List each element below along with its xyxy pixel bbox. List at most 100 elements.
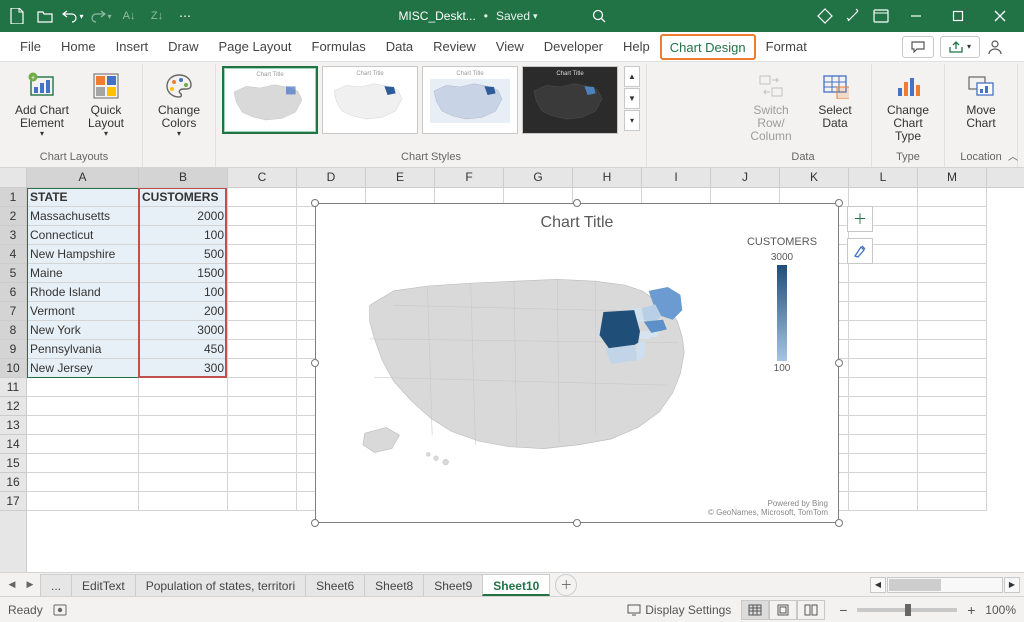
cell-M2[interactable]: [918, 207, 987, 226]
cell-L14[interactable]: [849, 435, 918, 454]
macro-record-icon[interactable]: [53, 603, 69, 617]
ribbon-tab-draw[interactable]: Draw: [158, 33, 208, 61]
cell-A10[interactable]: New Jersey: [27, 359, 139, 378]
cell-B13[interactable]: [139, 416, 228, 435]
ribbon-display-icon[interactable]: [868, 3, 894, 29]
chart-title[interactable]: Chart Title: [316, 204, 838, 236]
ribbon-tab-view[interactable]: View: [486, 33, 534, 61]
row-header-13[interactable]: 13: [0, 416, 26, 435]
tab-nav-next-icon[interactable]: ▶: [22, 576, 38, 594]
cell-A12[interactable]: [27, 397, 139, 416]
cell-A5[interactable]: Maine: [27, 264, 139, 283]
maximize-button[interactable]: [938, 0, 978, 32]
save-status[interactable]: Saved ▾: [496, 9, 538, 23]
view-page-layout-button[interactable]: [769, 600, 797, 620]
select-data-button[interactable]: Select Data: [805, 66, 865, 134]
ribbon-tab-file[interactable]: File: [10, 33, 51, 61]
cell-M8[interactable]: [918, 321, 987, 340]
select-all-button[interactable]: [0, 168, 27, 187]
ribbon-tab-help[interactable]: Help: [613, 33, 660, 61]
resize-handle-nw[interactable]: [311, 199, 319, 207]
zoom-percent[interactable]: 100%: [985, 603, 1016, 617]
document-name[interactable]: MISC_Deskt...: [398, 9, 475, 23]
chart-style-4[interactable]: Chart Title: [522, 66, 618, 134]
row-header-1[interactable]: 1: [0, 188, 26, 207]
column-header-B[interactable]: B: [139, 168, 228, 187]
add-chart-element-button[interactable]: + Add Chart Element▾: [12, 66, 72, 143]
sheet-tab-sheet6[interactable]: Sheet6: [305, 574, 365, 596]
ribbon-tab-insert[interactable]: Insert: [106, 33, 159, 61]
row-header-9[interactable]: 9: [0, 340, 26, 359]
cells-area[interactable]: STATECUSTOMERSMassachusetts2000Connectic…: [27, 188, 1024, 572]
row-header-3[interactable]: 3: [0, 226, 26, 245]
chart-style-1[interactable]: Chart Title: [222, 66, 318, 134]
cell-B2[interactable]: 2000: [139, 207, 228, 226]
zoom-slider[interactable]: [857, 608, 957, 612]
cell-B8[interactable]: 3000: [139, 321, 228, 340]
resize-handle-n[interactable]: [573, 199, 581, 207]
horizontal-scrollbar[interactable]: ◀ ▶: [870, 577, 1020, 593]
column-header-C[interactable]: C: [228, 168, 297, 187]
cell-A15[interactable]: [27, 454, 139, 473]
account-icon[interactable]: [986, 38, 1014, 56]
resize-handle-ne[interactable]: [835, 199, 843, 207]
cell-C9[interactable]: [228, 340, 297, 359]
add-sheet-button[interactable]: ＋: [555, 574, 577, 596]
row-header-8[interactable]: 8: [0, 321, 26, 340]
column-header-F[interactable]: F: [435, 168, 504, 187]
cell-C6[interactable]: [228, 283, 297, 302]
cell-M16[interactable]: [918, 473, 987, 492]
cell-A7[interactable]: Vermont: [27, 302, 139, 321]
cell-B6[interactable]: 100: [139, 283, 228, 302]
row-header-10[interactable]: 10: [0, 359, 26, 378]
search-icon[interactable]: [586, 3, 612, 29]
column-header-M[interactable]: M: [918, 168, 987, 187]
comments-button[interactable]: [902, 36, 934, 58]
hscroll-left-icon[interactable]: ◀: [870, 577, 886, 593]
cell-M7[interactable]: [918, 302, 987, 321]
close-button[interactable]: [980, 0, 1020, 32]
cell-C2[interactable]: [228, 207, 297, 226]
chart-style-3[interactable]: Chart Title: [422, 66, 518, 134]
cell-M17[interactable]: [918, 492, 987, 511]
ribbon-tab-review[interactable]: Review: [423, 33, 486, 61]
column-header-I[interactable]: I: [642, 168, 711, 187]
cell-M9[interactable]: [918, 340, 987, 359]
diamond-icon[interactable]: [812, 3, 838, 29]
cell-B12[interactable]: [139, 397, 228, 416]
row-header-7[interactable]: 7: [0, 302, 26, 321]
column-header-A[interactable]: A: [27, 168, 139, 187]
resize-handle-s[interactable]: [573, 519, 581, 527]
chart-plot-area[interactable]: [336, 236, 740, 490]
gallery-more-icon[interactable]: ▾: [624, 110, 640, 131]
cell-A9[interactable]: Pennsylvania: [27, 340, 139, 359]
sheet-tab-sheet8[interactable]: Sheet8: [364, 574, 424, 596]
cell-M1[interactable]: [918, 188, 987, 207]
wand-icon[interactable]: [840, 3, 866, 29]
change-colors-button[interactable]: Change Colors▾: [149, 66, 209, 143]
cell-C1[interactable]: [228, 188, 297, 207]
cell-M13[interactable]: [918, 416, 987, 435]
column-header-L[interactable]: L: [849, 168, 918, 187]
cell-B3[interactable]: 100: [139, 226, 228, 245]
cell-L8[interactable]: [849, 321, 918, 340]
cell-B5[interactable]: 1500: [139, 264, 228, 283]
cell-M5[interactable]: [918, 264, 987, 283]
cell-M14[interactable]: [918, 435, 987, 454]
resize-handle-w[interactable]: [311, 359, 319, 367]
column-header-H[interactable]: H: [573, 168, 642, 187]
zoom-in-button[interactable]: +: [963, 602, 979, 618]
cell-A1[interactable]: STATE: [27, 188, 139, 207]
change-chart-type-button[interactable]: Change Chart Type: [878, 66, 938, 148]
cell-A6[interactable]: Rhode Island: [27, 283, 139, 302]
ribbon-tab-chart-design[interactable]: Chart Design: [660, 34, 756, 60]
row-header-15[interactable]: 15: [0, 454, 26, 473]
cell-M4[interactable]: [918, 245, 987, 264]
zoom-out-button[interactable]: −: [835, 602, 851, 618]
cell-C10[interactable]: [228, 359, 297, 378]
view-normal-button[interactable]: [741, 600, 769, 620]
cell-A14[interactable]: [27, 435, 139, 454]
ribbon-tab-format[interactable]: Format: [756, 33, 817, 61]
row-header-11[interactable]: 11: [0, 378, 26, 397]
sheet-tab-population-of-states-territori[interactable]: Population of states, territori: [135, 574, 306, 596]
